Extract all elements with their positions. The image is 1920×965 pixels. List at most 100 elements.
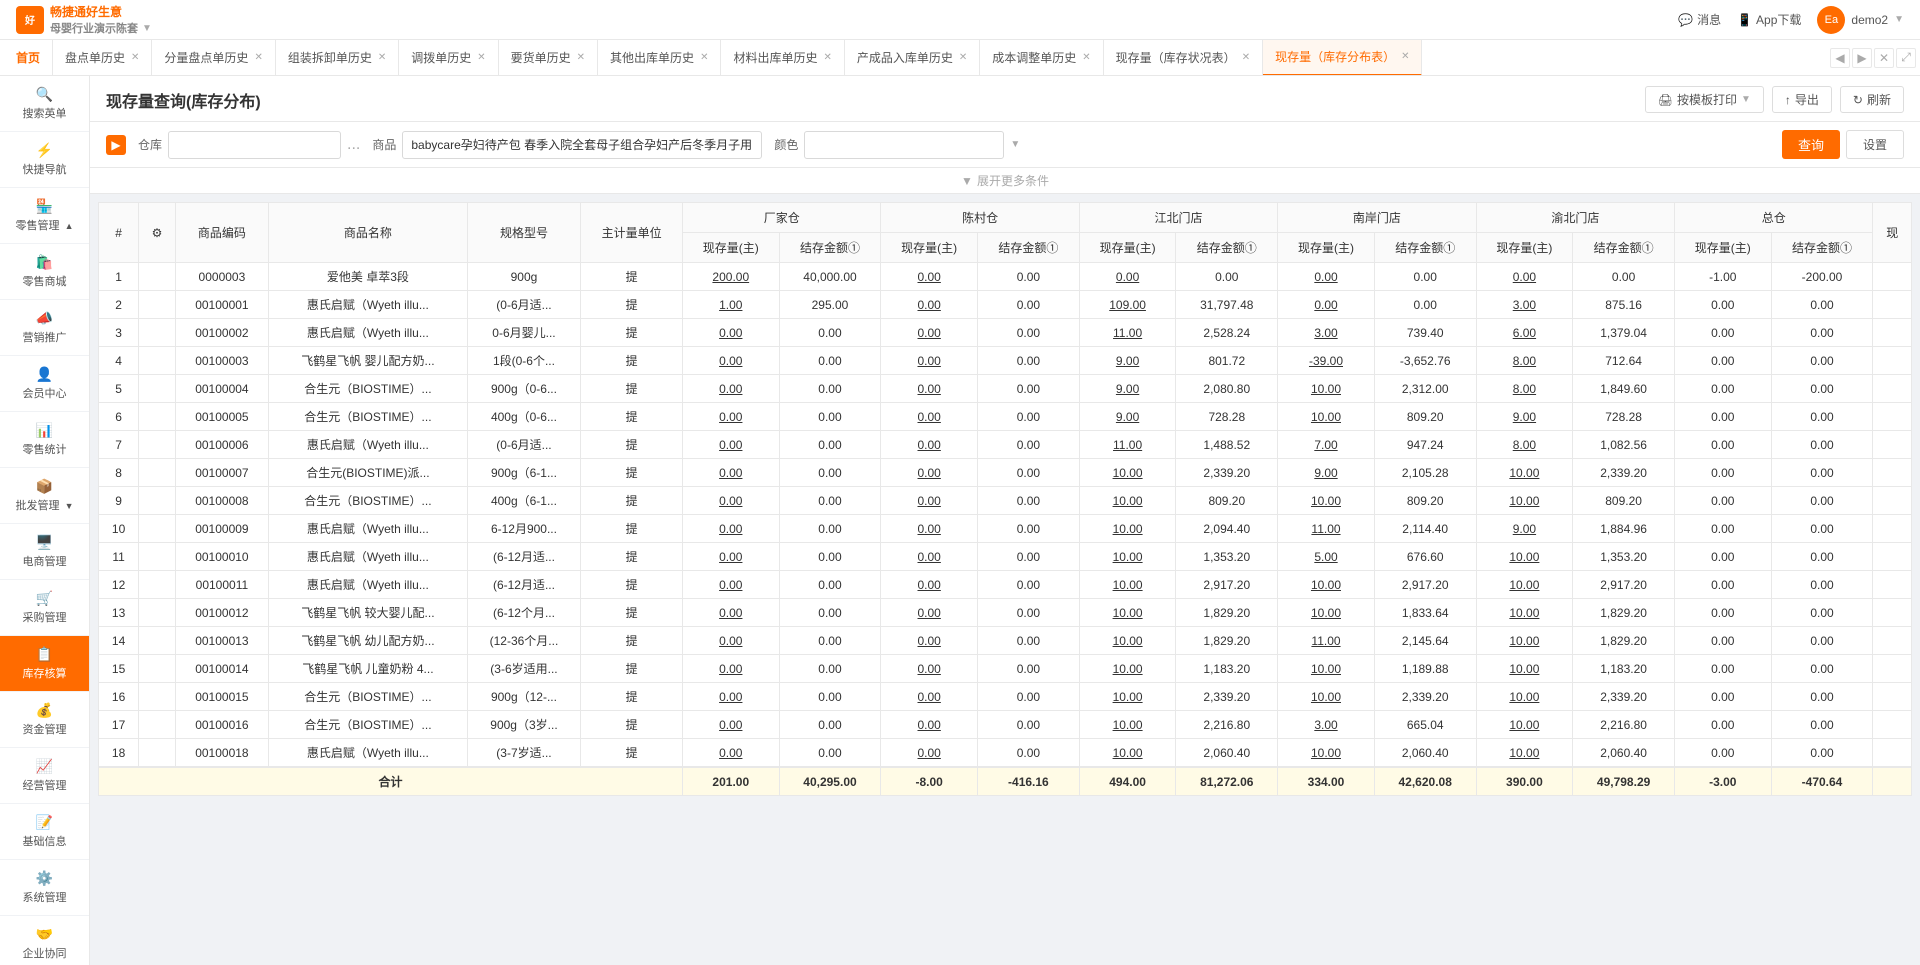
sidebar-item-operations[interactable]: 📈 经营管理 bbox=[0, 748, 89, 804]
sidebar-item-search[interactable]: 🔍 搜索英单 bbox=[0, 76, 89, 132]
table-cell[interactable]: 109.00 bbox=[1079, 291, 1176, 319]
table-cell[interactable]: 0.00 bbox=[881, 263, 978, 291]
table-cell[interactable]: 3.00 bbox=[1278, 319, 1375, 347]
close-cost-adjust[interactable]: ✕ bbox=[1082, 52, 1090, 63]
tab-stock-dist[interactable]: 现存量（库存分布表） ✕ bbox=[1263, 40, 1422, 76]
table-cell[interactable]: 0.00 bbox=[683, 319, 780, 347]
table-cell[interactable]: 10.00 bbox=[1476, 459, 1573, 487]
table-cell[interactable]: 10.00 bbox=[1079, 487, 1176, 515]
close-inventory-count[interactable]: ✕ bbox=[131, 52, 139, 63]
table-cell[interactable]: 10.00 bbox=[1079, 543, 1176, 571]
export-btn[interactable]: ↑ 导出 bbox=[1772, 86, 1832, 113]
table-cell[interactable]: 10.00 bbox=[1476, 711, 1573, 739]
table-cell[interactable]: 0.00 bbox=[881, 683, 978, 711]
table-cell[interactable]: 10.00 bbox=[1079, 739, 1176, 768]
table-cell[interactable]: 10.00 bbox=[1079, 459, 1176, 487]
table-cell[interactable]: 0.00 bbox=[881, 347, 978, 375]
warehouse-input[interactable] bbox=[168, 131, 341, 159]
table-cell[interactable]: 0.00 bbox=[683, 739, 780, 768]
table-cell[interactable]: 11.00 bbox=[1278, 627, 1375, 655]
table-cell[interactable]: 0.00 bbox=[881, 403, 978, 431]
table-cell[interactable]: 10.00 bbox=[1278, 739, 1375, 768]
table-cell[interactable]: 200.00 bbox=[683, 263, 780, 291]
tab-home[interactable]: 首页 bbox=[4, 40, 53, 76]
table-cell[interactable]: 10.00 bbox=[1079, 655, 1176, 683]
table-cell[interactable]: 0.00 bbox=[881, 571, 978, 599]
table-cell[interactable]: 10.00 bbox=[1278, 375, 1375, 403]
refresh-btn[interactable]: ↻ 刷新 bbox=[1840, 86, 1904, 113]
table-cell[interactable]: 0.00 bbox=[881, 319, 978, 347]
table-cell[interactable]: 8.00 bbox=[1476, 375, 1573, 403]
sidebar-item-retail-store[interactable]: 🛍️ 零售商城 bbox=[0, 244, 89, 300]
nav-prev[interactable]: ◀ bbox=[1830, 48, 1850, 68]
sidebar-item-member[interactable]: 👤 会员中心 bbox=[0, 356, 89, 412]
goods-input[interactable] bbox=[402, 131, 762, 159]
sidebar-item-system[interactable]: ⚙️ 系统管理 bbox=[0, 860, 89, 916]
sidebar-item-ecommerce[interactable]: 🖥️ 电商管理 bbox=[0, 524, 89, 580]
table-cell[interactable]: 6.00 bbox=[1476, 319, 1573, 347]
table-cell[interactable]: 9.00 bbox=[1079, 375, 1176, 403]
sidebar-item-basic[interactable]: 📝 基础信息 bbox=[0, 804, 89, 860]
table-cell[interactable]: 9.00 bbox=[1476, 515, 1573, 543]
close-purchase-order[interactable]: ✕ bbox=[577, 52, 585, 63]
table-cell[interactable]: 10.00 bbox=[1079, 599, 1176, 627]
sidebar-item-stock[interactable]: 📋 库存核算 bbox=[0, 636, 89, 692]
warehouse-dots[interactable]: ... bbox=[347, 136, 360, 154]
table-cell[interactable]: 0.00 bbox=[683, 599, 780, 627]
color-input[interactable] bbox=[804, 131, 1004, 159]
tab-material-out[interactable]: 材料出库单历史 ✕ bbox=[721, 40, 844, 76]
table-cell[interactable]: 0.00 bbox=[1079, 263, 1176, 291]
table-cell[interactable]: 0.00 bbox=[683, 347, 780, 375]
table-cell[interactable]: 0.00 bbox=[881, 655, 978, 683]
table-cell[interactable]: 0.00 bbox=[881, 291, 978, 319]
table-cell[interactable]: 9.00 bbox=[1079, 347, 1176, 375]
close-production-in[interactable]: ✕ bbox=[959, 52, 967, 63]
table-cell[interactable]: 11.00 bbox=[1278, 515, 1375, 543]
table-cell[interactable]: 9.00 bbox=[1278, 459, 1375, 487]
table-cell[interactable]: 0.00 bbox=[1278, 263, 1375, 291]
tab-purchase-order[interactable]: 要货单历史 ✕ bbox=[499, 40, 598, 76]
table-cell[interactable]: 10.00 bbox=[1278, 683, 1375, 711]
table-cell[interactable]: 0.00 bbox=[683, 459, 780, 487]
messages-btn[interactable]: 💬 消息 bbox=[1678, 11, 1721, 28]
table-cell[interactable]: 11.00 bbox=[1079, 431, 1176, 459]
table-cell[interactable]: 0.00 bbox=[683, 403, 780, 431]
close-split-count[interactable]: ✕ bbox=[254, 52, 262, 63]
table-cell[interactable]: 10.00 bbox=[1476, 487, 1573, 515]
tab-assemble[interactable]: 组装拆卸单历史 ✕ bbox=[276, 40, 399, 76]
table-cell[interactable]: 0.00 bbox=[881, 739, 978, 768]
table-cell[interactable]: 0.00 bbox=[881, 599, 978, 627]
table-cell[interactable]: 10.00 bbox=[1079, 571, 1176, 599]
close-material-out[interactable]: ✕ bbox=[823, 52, 831, 63]
table-cell[interactable]: 10.00 bbox=[1278, 403, 1375, 431]
table-cell[interactable]: 10.00 bbox=[1476, 627, 1573, 655]
sidebar-item-shortcut[interactable]: ⚡ 快捷导航 bbox=[0, 132, 89, 188]
table-cell[interactable]: 5.00 bbox=[1278, 543, 1375, 571]
table-cell[interactable]: 7.00 bbox=[1278, 431, 1375, 459]
table-cell[interactable]: 0.00 bbox=[1278, 291, 1375, 319]
table-cell[interactable]: 8.00 bbox=[1476, 431, 1573, 459]
table-cell[interactable]: 0.00 bbox=[683, 515, 780, 543]
expand-more-bar[interactable]: ▼ 展开更多条件 bbox=[90, 168, 1920, 194]
close-stock-dist[interactable]: ✕ bbox=[1401, 51, 1409, 62]
table-cell[interactable]: 9.00 bbox=[1476, 403, 1573, 431]
table-cell[interactable]: 10.00 bbox=[1278, 487, 1375, 515]
nav-close-all[interactable]: ✕ bbox=[1874, 48, 1894, 68]
table-cell[interactable]: 9.00 bbox=[1079, 403, 1176, 431]
tab-other-out[interactable]: 其他出库单历史 ✕ bbox=[598, 40, 721, 76]
table-cell[interactable]: 10.00 bbox=[1476, 739, 1573, 768]
tab-split-count[interactable]: 分量盘点单历史 ✕ bbox=[152, 40, 275, 76]
table-cell[interactable]: 0.00 bbox=[683, 627, 780, 655]
table-cell[interactable]: -39.00 bbox=[1278, 347, 1375, 375]
tab-transfer[interactable]: 调拨单历史 ✕ bbox=[399, 40, 498, 76]
tab-cost-adjust[interactable]: 成本调整单历史 ✕ bbox=[980, 40, 1103, 76]
table-cell[interactable]: 0.00 bbox=[881, 627, 978, 655]
table-cell[interactable]: 3.00 bbox=[1278, 711, 1375, 739]
table-cell[interactable]: 0.00 bbox=[881, 515, 978, 543]
user-area[interactable]: Ea demo2 ▼ bbox=[1817, 6, 1904, 34]
table-cell[interactable]: 0.00 bbox=[881, 375, 978, 403]
sidebar-item-purchase[interactable]: 🛒 采购管理 bbox=[0, 580, 89, 636]
table-cell[interactable]: 0.00 bbox=[1476, 263, 1573, 291]
close-other-out[interactable]: ✕ bbox=[700, 52, 708, 63]
table-cell[interactable]: 10.00 bbox=[1476, 655, 1573, 683]
